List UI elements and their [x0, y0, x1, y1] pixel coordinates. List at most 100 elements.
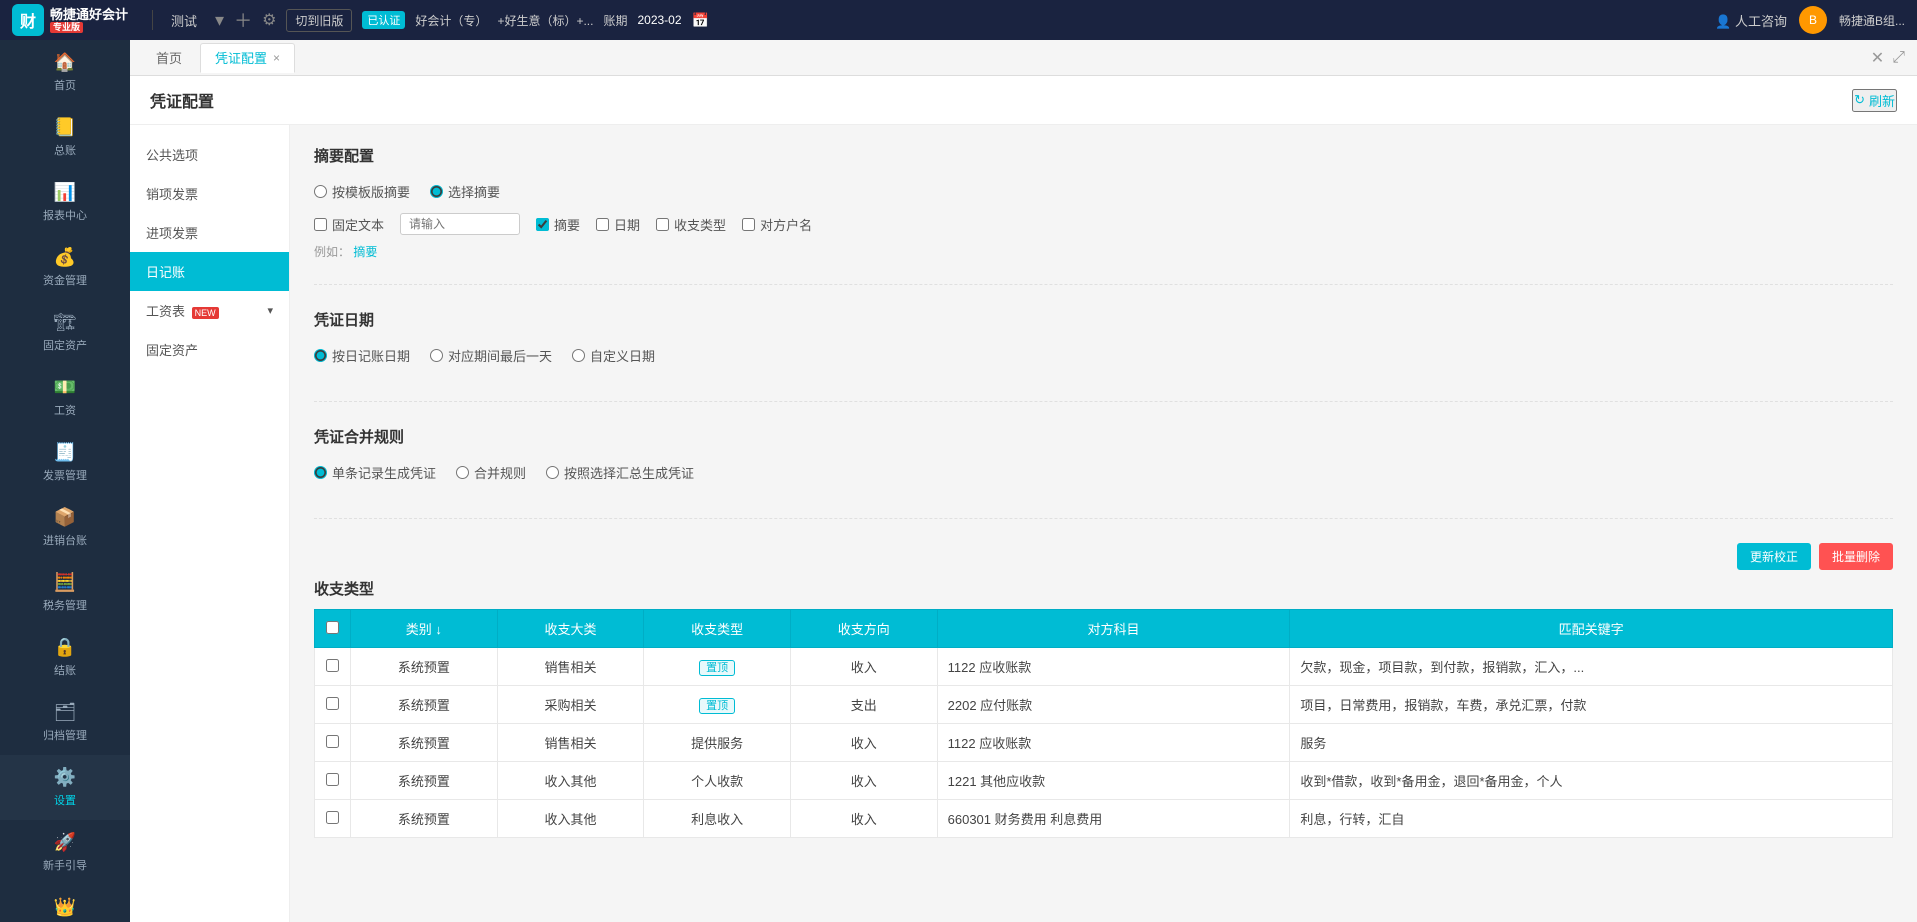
cell-major: 收入其他: [497, 800, 644, 838]
nav-purchase-inv[interactable]: 进项发票: [130, 213, 289, 252]
sidebar-item-general[interactable]: 📒 总账: [0, 105, 130, 170]
topbar: 财 畅捷通好会计 专业版 测试 ▾ ＋ ⚙ 切到旧版 已认证 好会计（专） +好…: [0, 0, 1917, 40]
counterpart-checkbox[interactable]: 对方户名: [742, 215, 812, 234]
consult-btn[interactable]: 👤 人工咨询: [1715, 11, 1787, 30]
radio-single[interactable]: 单条记录生成凭证: [314, 463, 436, 482]
topbar-tab[interactable]: 测试: [163, 11, 205, 30]
radio-period-last[interactable]: 对应期间最后一天: [430, 346, 552, 365]
sidebar-item-report[interactable]: 📊 报表中心: [0, 170, 130, 235]
row-checkbox[interactable]: [326, 659, 339, 672]
sidebar-item-payroll[interactable]: 💵 工资: [0, 365, 130, 430]
row-checkbox[interactable]: [326, 773, 339, 786]
biz-text: +好生意（标）+...: [497, 12, 593, 29]
row-checkbox[interactable]: [326, 697, 339, 710]
cell-type: 置顶: [644, 648, 791, 686]
radio-template[interactable]: 按模板版摘要: [314, 182, 410, 201]
radio-custom-date[interactable]: 自定义日期: [572, 346, 655, 365]
cell-subject: 660301 财务费用 利息费用: [937, 800, 1290, 838]
cell-category: 系统预置: [351, 762, 498, 800]
sidebar-item-home[interactable]: 🏠 首页: [0, 40, 130, 105]
radio-journal-date[interactable]: 按日记账日期: [314, 346, 410, 365]
cell-check: [315, 800, 351, 838]
merge-radio-group: 单条记录生成凭证 合并规则 按照选择汇总生成凭证: [314, 463, 1893, 482]
cell-major: 收入其他: [497, 762, 644, 800]
table-header-row: 更新校正 批量删除: [314, 543, 1893, 570]
table-row: 系统预置 采购相关 置顶 支出 2202 应付账款 项目，日常费用，报销款，车费…: [315, 686, 1893, 724]
income-expense-section: 更新校正 批量删除 收支类型: [314, 543, 1893, 862]
sidebar-item-invoice[interactable]: 🧾 发票管理: [0, 430, 130, 495]
delete-btn[interactable]: 批量删除: [1819, 543, 1893, 570]
row-checkbox[interactable]: [326, 811, 339, 824]
nav-fixed-asset[interactable]: 固定资产: [130, 330, 289, 369]
payroll-icon: 💵: [54, 377, 76, 398]
cell-direction: 收入: [790, 648, 937, 686]
radio-select-summary[interactable]: 按照选择汇总生成凭证: [546, 463, 694, 482]
sidebar-item-asset[interactable]: 🏗 固定资产: [0, 300, 130, 365]
voucher-date-section: 凭证日期 按日记账日期 对应期间最后一天: [314, 309, 1893, 402]
sidebar: 🏠 首页 📒 总账 📊 报表中心 💰 资金管理 🏗 固定资产 💵 工资 🧾 发票…: [0, 40, 130, 922]
sidebar-item-settings[interactable]: ⚙️ 设置: [0, 755, 130, 820]
fixed-text-input[interactable]: [400, 213, 520, 235]
date-checkbox[interactable]: 日期: [596, 215, 640, 234]
sidebar-item-close[interactable]: 🔒 结账: [0, 625, 130, 690]
sidebar-item-tax[interactable]: 🧮 税务管理: [0, 560, 130, 625]
certified-badge: 已认证: [362, 11, 405, 29]
nav-public[interactable]: 公共选项: [130, 135, 289, 174]
cell-category: 系统预置: [351, 648, 498, 686]
summary-checkbox[interactable]: 摘要: [536, 215, 580, 234]
cell-check: [315, 648, 351, 686]
nav-payroll-sheet[interactable]: 工资表 NEW ▾: [130, 291, 289, 330]
table-row: 系统预置 销售相关 置顶 收入 1122 应收账款 欠款，现金，项目款，到付款，…: [315, 648, 1893, 686]
cell-major: 销售相关: [497, 648, 644, 686]
type-tag[interactable]: 置顶: [699, 698, 735, 714]
tab-close-btn[interactable]: ×: [273, 51, 280, 65]
switch-old-btn[interactable]: 切到旧版: [286, 9, 352, 32]
nav-sales[interactable]: 销项发票: [130, 174, 289, 213]
sidebar-item-newguide[interactable]: 🚀 新手引导: [0, 820, 130, 885]
add-icon[interactable]: ＋: [234, 7, 252, 33]
calendar-icon[interactable]: 📅: [692, 12, 709, 29]
tab-voucher-config[interactable]: 凭证配置 ×: [200, 43, 295, 73]
update-btn[interactable]: 更新校正: [1737, 543, 1811, 570]
home-icon: 🏠: [54, 52, 76, 73]
archive-icon: 🗂: [54, 702, 77, 723]
merge-title: 凭证合并规则: [314, 426, 1893, 447]
tab-bar: 首页 凭证配置 × ✕ ⤢: [130, 40, 1917, 76]
radio-merge[interactable]: 合并规则: [456, 463, 526, 482]
nav-journal[interactable]: 日记账: [130, 252, 289, 291]
main-layout: 🏠 首页 📒 总账 📊 报表中心 💰 资金管理 🏗 固定资产 💵 工资 🧾 发票…: [0, 40, 1917, 922]
sidebar-item-member[interactable]: 👑 畅会员: [0, 885, 130, 922]
period-value: 2023-02: [637, 13, 681, 27]
asset-icon: 🏗: [54, 312, 77, 333]
table-row: 系统预置 收入其他 利息收入 收入 660301 财务费用 利息费用 利息，行转…: [315, 800, 1893, 838]
close-acct-icon: 🔒: [54, 637, 76, 658]
type-tag[interactable]: 置顶: [699, 660, 735, 676]
type-checkbox[interactable]: 收支类型: [656, 215, 726, 234]
settings-icon[interactable]: ⚙: [262, 10, 276, 30]
avatar: B: [1799, 6, 1827, 34]
general-icon: 📒: [54, 117, 76, 138]
refresh-btn[interactable]: ↻ 刷新: [1852, 89, 1897, 112]
table-header: 类别 ↓ 收支大类 收支类型 收支方向 对方科目 匹配关键字: [315, 610, 1893, 648]
sidebar-item-fund[interactable]: 💰 资金管理: [0, 235, 130, 300]
th-category: 类别 ↓: [351, 610, 498, 648]
row-checkbox[interactable]: [326, 735, 339, 748]
cell-major: 采购相关: [497, 686, 644, 724]
tab-home[interactable]: 首页: [142, 43, 196, 73]
voucher-date-radio-group: 按日记账日期 对应期间最后一天 自定义日期: [314, 346, 1893, 365]
select-all-checkbox[interactable]: [326, 621, 339, 634]
dropdown-icon[interactable]: ▾: [215, 10, 224, 31]
radio-select[interactable]: 选择摘要: [430, 182, 500, 201]
member-icon: 👑: [54, 897, 76, 918]
sidebar-item-archive[interactable]: 🗂 归档管理: [0, 690, 130, 755]
cell-major: 销售相关: [497, 724, 644, 762]
sidebar-item-purchase[interactable]: 📦 进销台账: [0, 495, 130, 560]
cell-subject: 2202 应付账款: [937, 686, 1290, 724]
chevron-right-icon: ▾: [267, 304, 273, 317]
window-close-btn[interactable]: ✕: [1871, 48, 1884, 68]
cell-type: 提供服务: [644, 724, 791, 762]
fixed-text-label[interactable]: 固定文本: [314, 215, 384, 234]
example-text: 例如： 摘要: [314, 243, 1893, 260]
window-expand-btn[interactable]: ⤢: [1892, 48, 1905, 68]
cell-check: [315, 724, 351, 762]
